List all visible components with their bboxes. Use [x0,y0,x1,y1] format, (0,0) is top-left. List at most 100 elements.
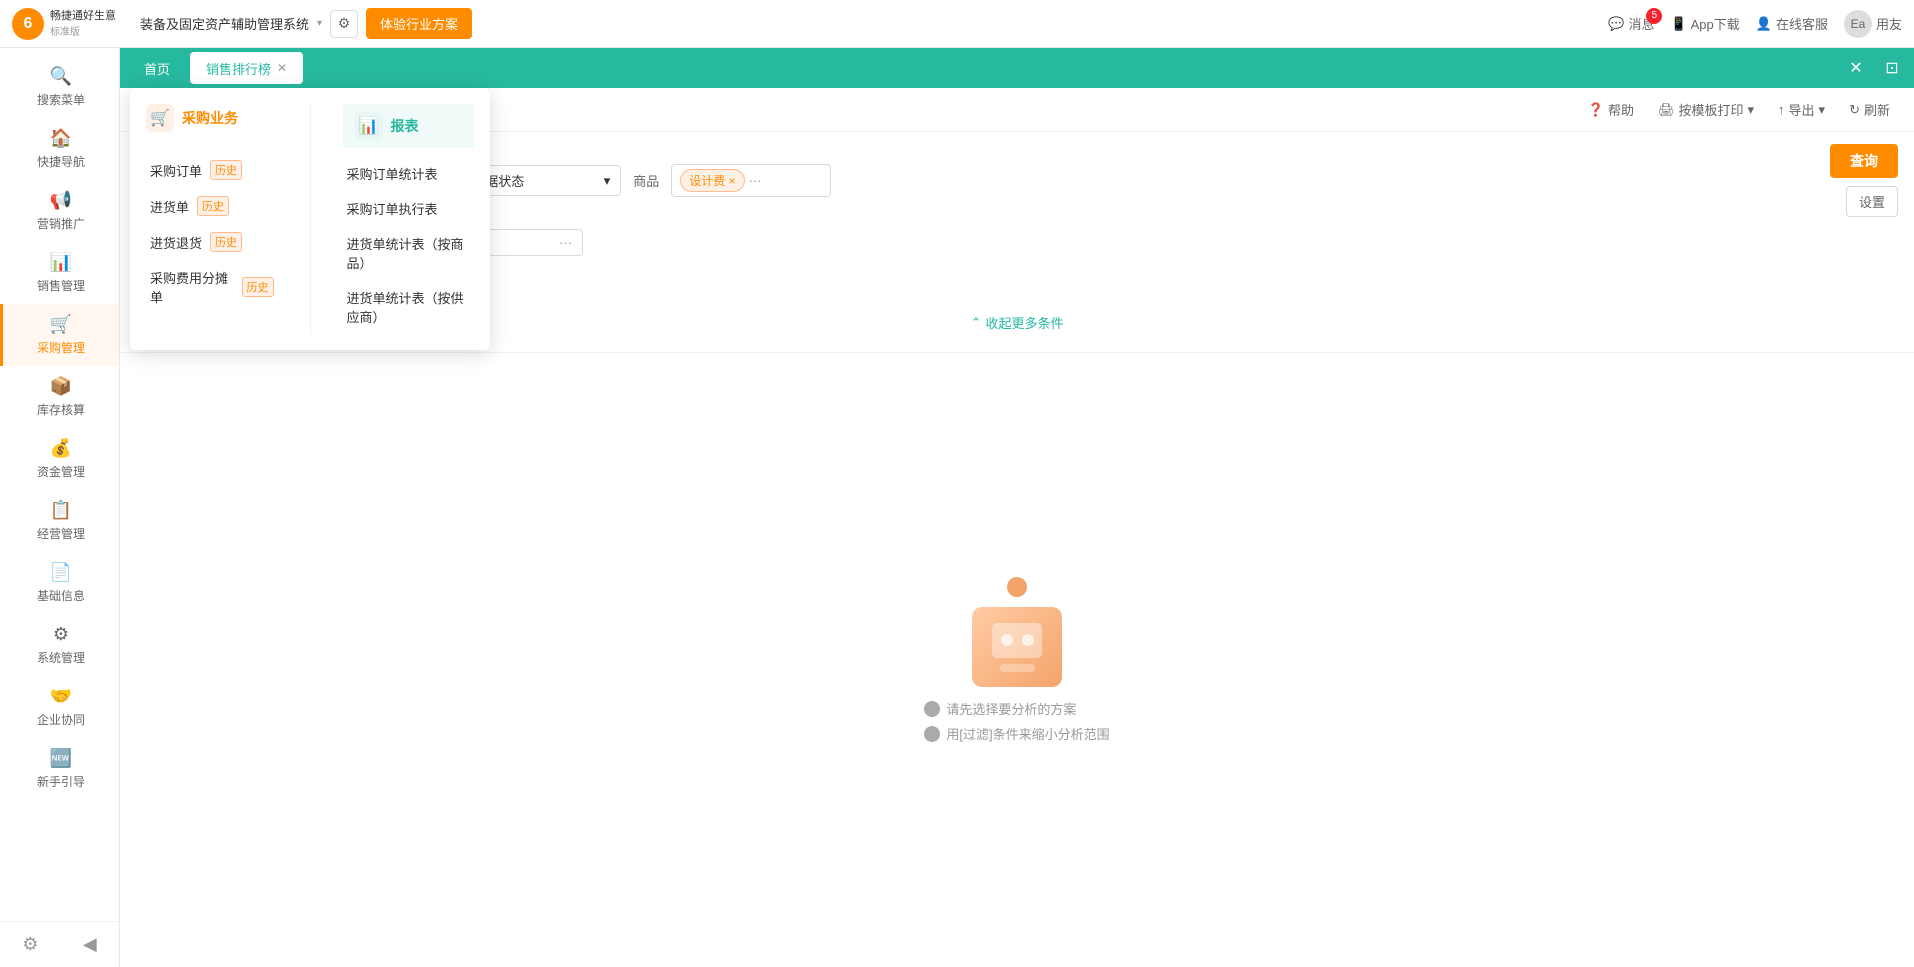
sidebar-item-system[interactable]: ⚙ 系统管理 [0,614,119,676]
empty-hint-1: ① 请先选择要分析的方案 [924,699,1109,718]
print-btn[interactable]: 🖨 按模板打印 ▾ [1650,96,1762,123]
sidebar-item-operation[interactable]: 📋 经营管理 [0,490,119,552]
help-btn[interactable]: ❓ 帮助 [1580,96,1642,123]
robot-eye-left [1001,634,1013,646]
query-button[interactable]: 查询 [1830,144,1898,178]
doc-status-arrow: ▾ [604,173,611,189]
sidebar-item-purchase[interactable]: 🛒 采购管理 [0,304,119,366]
history-badge-2: 历史 [197,196,229,216]
report-col-title: 报表 [391,116,419,136]
tab-restore-btn[interactable]: ⊡ [1878,54,1906,82]
settings-action-btn[interactable]: 设置 [1846,186,1898,217]
user-label: 用友 [1876,14,1902,33]
basic-icon: 📄 [50,562,72,583]
user-avatar: Ea [1844,10,1872,38]
refresh-icon: ↻ [1849,102,1860,118]
sidebar-item-quick-nav[interactable]: 🏠 快捷导航 [0,118,119,180]
report-4-label: 进货单统计表（按供应商） [347,288,471,326]
experience-button[interactable]: 体验行业方案 [366,8,472,39]
goods-ellipsis[interactable]: ··· [749,173,762,188]
purchase-col-header: 🛒 采购业务 [146,104,278,140]
print-icon: 🖨 [1658,102,1675,118]
dropdown-item-purchase-expense[interactable]: 采购费用分摊单 历史 [146,260,278,314]
salesperson-ellipsis: ··· [559,235,572,250]
logo: 6 畅捷通好生意 标准版 [12,8,132,40]
sidebar-label-quick-nav: 快捷导航 [37,153,85,170]
inventory-icon: 📦 [50,376,72,397]
tab-bar: 首页 销售排行榜 ✕ ✕ ⊡ [120,48,1914,88]
purchase-col: 🛒 采购业务 采购订单 历史 进货单 历史 进货退货 历史 采购费用分摊单 历史 [146,104,278,334]
sidebar: 🔍 搜索菜单 🏠 快捷导航 📢 营销推广 📊 销售管理 🛒 采购管理 📦 库存核… [0,48,120,967]
dropdown-item-purchase-return[interactable]: 进货退货 历史 [146,224,278,260]
purchase-dropdown-menu: 🛒 采购业务 采购订单 历史 进货单 历史 进货退货 历史 采购费用分摊单 历史 [130,88,490,350]
tab-sales-ranking[interactable]: 销售排行榜 ✕ [190,52,303,84]
dropdown-item-report-2[interactable]: 采购订单执行表 [343,191,475,226]
report-col-icon: 📊 [355,112,383,140]
empty-illustration [957,577,1077,687]
messages-badge: 5 [1646,8,1662,24]
sidebar-item-guide[interactable]: 🆕 新手引导 [0,738,119,800]
export-btn[interactable]: ↑ 导出 ▾ [1770,96,1833,123]
app-download-label: App下载 [1691,14,1740,33]
tab-sales-ranking-label: 销售排行榜 [206,59,271,78]
dropdown-item-purchase-receive[interactable]: 进货单 历史 [146,188,278,224]
tab-home-label: 首页 [144,59,170,78]
export-label: 导出 [1789,100,1815,119]
sidebar-label-purchase: 采购管理 [37,339,85,356]
sidebar-item-search[interactable]: 🔍 搜索菜单 [0,56,119,118]
report-col-header: 📊 报表 [343,104,475,148]
online-service-btn[interactable]: 👤 在线客服 [1756,14,1828,33]
sidebar-item-enterprise[interactable]: 🤝 企业协同 [0,676,119,738]
print-dropdown-icon: ▾ [1748,102,1755,118]
sidebar-item-inventory[interactable]: 📦 库存核算 [0,366,119,428]
app-download-btn[interactable]: 📱 App下载 [1670,14,1739,33]
header-middle: 装备及固定资产辅助管理系统 ▾ ⚙ 体验行业方案 [132,8,1608,39]
online-service-label: 在线客服 [1776,14,1828,33]
marketing-icon: 📢 [50,190,72,211]
sidebar-item-sales[interactable]: 📊 销售管理 [0,242,119,304]
hint2-text: 用[过滤]条件来缩小分析范围 [946,724,1109,743]
tab-close-all-btn[interactable]: ✕ [1842,54,1870,82]
system-title: 装备及固定资产辅助管理系统 [140,14,309,33]
sidebar-label-finance: 资金管理 [37,463,85,480]
sidebar-label-system: 系统管理 [37,649,85,666]
purchase-receive-label: 进货单 [150,197,189,216]
goods-tag-design[interactable]: 设计费 × [680,169,744,192]
robot-screen [992,623,1042,658]
purchase-col-icon: 🛒 [146,104,174,132]
collapse-label: 收起更多条件 [985,313,1063,332]
logo-text-group: 畅捷通好生意 标准版 [50,9,116,38]
robot-body [972,607,1062,687]
system-dropdown-arrow[interactable]: ▾ [317,18,322,29]
tab-close-icon[interactable]: ✕ [277,61,287,75]
print-label: 按模板打印 [1678,100,1743,119]
refresh-btn[interactable]: ↻ 刷新 [1841,96,1898,123]
hint2-dot: ② [924,726,940,742]
enterprise-icon: 🤝 [50,686,72,707]
purchase-order-label: 采购订单 [150,161,202,180]
tab-home[interactable]: 首页 [128,52,186,84]
hint1-text: 请先选择要分析的方案 [946,699,1076,718]
sidebar-label-sales: 销售管理 [37,277,85,294]
purchase-icon: 🛒 [50,314,72,335]
empty-hints: ① 请先选择要分析的方案 ② 用[过滤]条件来缩小分析范围 [924,699,1109,743]
sidebar-item-basic[interactable]: 📄 基础信息 [0,552,119,614]
report-col: 📊 报表 采购订单统计表 采购订单执行表 进货单统计表（按商品） 进货单统计表（… [343,104,475,334]
user-btn[interactable]: Ea 用友 [1844,10,1902,38]
messages-btn[interactable]: 💬 消息 5 [1608,14,1654,33]
dropdown-item-report-3[interactable]: 进货单统计表（按商品） [343,226,475,280]
sidebar-collapse-btn[interactable]: ◀ [83,934,97,955]
goods-filter[interactable]: 设计费 × ··· [671,164,831,197]
dropdown-cols: 🛒 采购业务 采购订单 历史 进货单 历史 进货退货 历史 采购费用分摊单 历史 [146,104,474,334]
sidebar-item-marketing[interactable]: 📢 营销推广 [0,180,119,242]
sidebar-item-finance[interactable]: 💰 资金管理 [0,428,119,490]
sidebar-label-inventory: 库存核算 [37,401,85,418]
search-icon: 🔍 [50,66,72,87]
sidebar-settings-btn[interactable]: ⚙ [22,934,38,955]
dropdown-item-purchase-order[interactable]: 采购订单 历史 [146,152,278,188]
export-dropdown-icon: ▾ [1819,102,1826,118]
dropdown-item-report-4[interactable]: 进货单统计表（按供应商） [343,280,475,334]
goods-label: 商品 [633,171,659,190]
header-settings-btn[interactable]: ⚙ [330,10,358,38]
dropdown-item-report-1[interactable]: 采购订单统计表 [343,156,475,191]
